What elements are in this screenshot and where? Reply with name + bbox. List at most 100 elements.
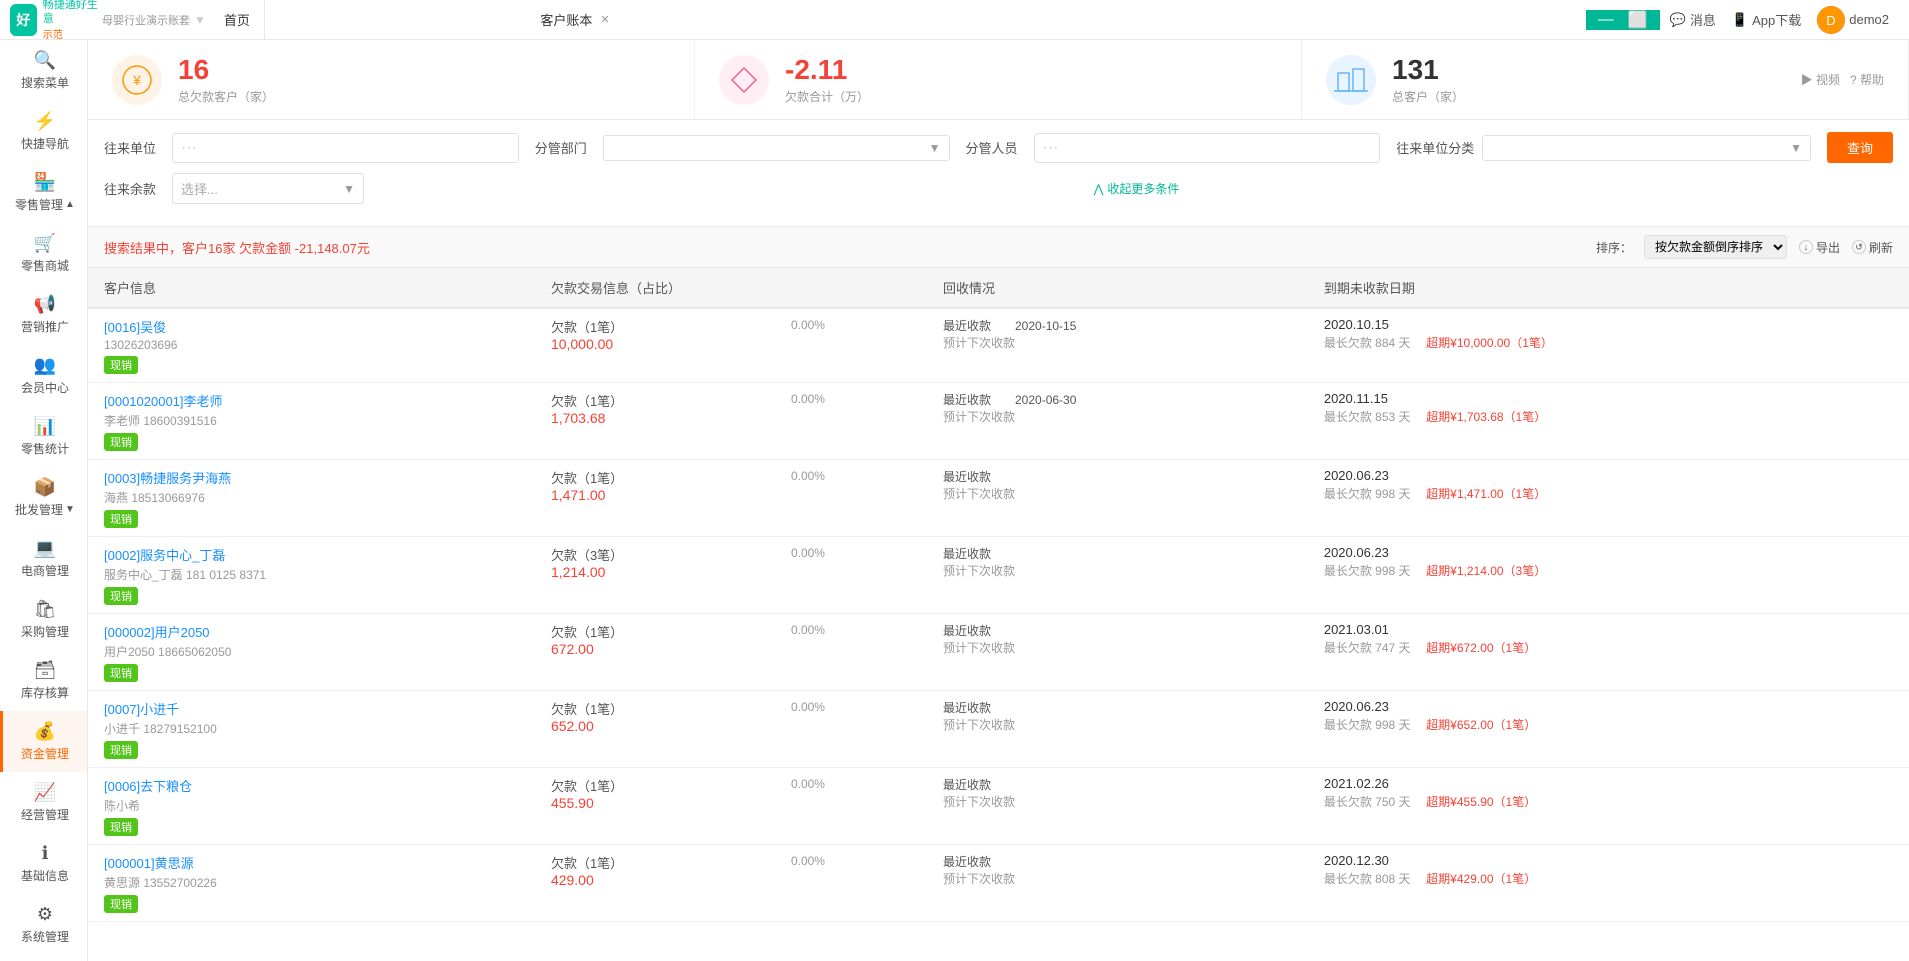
sidebar-item-finance[interactable]: 💰 资金管理: [0, 711, 87, 772]
sidebar-item-basic-info[interactable]: ℹ 基础信息: [0, 833, 87, 894]
due-date: 2020.06.23: [1324, 545, 1893, 560]
sidebar-item-search[interactable]: 🔍 搜索菜单: [0, 40, 87, 101]
filter-dots-icon: ···: [181, 139, 197, 157]
tab-purchase-order[interactable]: 采购订单统计表 ✕: [625, 0, 762, 39]
collection-cell: 最近收款 预计下次收款: [927, 460, 1308, 537]
customer-name[interactable]: [0002]服务中心_丁磊: [104, 545, 519, 564]
customer-name[interactable]: [0016]吴俊: [104, 317, 519, 336]
tab-close-icon[interactable]: ✕: [927, 13, 936, 26]
overdue-info: 最长欠款 750 天 超期¥455.90（1笔）: [1324, 793, 1893, 810]
customer-info-cell: [0003]畅捷服务尹海燕 海燕 18513066976 现销: [88, 460, 535, 537]
debt-amount[interactable]: 1,471.00: [551, 487, 759, 503]
customer-tag: 现销: [104, 356, 138, 374]
sidebar-item-retail-mgmt[interactable]: 🏪 零售管理▲: [0, 162, 87, 223]
overdue-link[interactable]: 超期¥672.00（1笔）: [1426, 641, 1536, 655]
tab-maximize-btn[interactable]: ⬜: [1624, 10, 1652, 30]
sidebar-item-retail-mall[interactable]: 🛒 零售商城: [0, 223, 87, 284]
tab-close-icon[interactable]: ✕: [352, 13, 361, 26]
customer-name[interactable]: [0001020001]李老师: [104, 391, 519, 410]
tab-minimize-btn[interactable]: —: [1594, 11, 1618, 29]
help-btn[interactable]: ? 帮助: [1850, 71, 1884, 88]
customer-info-cell: [000002]用户2050 用户2050 18665062050 现销: [88, 614, 535, 691]
debt-count: 欠款（1笔）: [551, 622, 759, 641]
sidebar-item-retail-stats[interactable]: 📊 零售统计: [0, 406, 87, 467]
main-layout: 🔍 搜索菜单 ⚡ 快捷导航 🏪 零售管理▲ 🛒 零售商城 📢 营销推广 👥: [0, 40, 1909, 961]
sidebar-item-collab[interactable]: 🤝 企业协同: [0, 955, 87, 961]
sidebar-item-system[interactable]: ⚙ 系统管理: [0, 894, 87, 955]
stat-icon-yuan: ¥: [112, 55, 162, 105]
overdue-link[interactable]: 超期¥455.90（1笔）: [1426, 795, 1536, 809]
tab-goods-stats[interactable]: 进货单统计表（按商品） ✕: [762, 0, 951, 39]
refresh-icon: ↺: [1852, 240, 1866, 254]
debt-info-cell: 欠款（1笔） 455.90: [535, 768, 775, 845]
collection-cell: 最近收款 预计下次收款: [927, 691, 1308, 768]
debt-ratio-cell: 0.00%: [775, 845, 927, 922]
recent-collect-label: 最近收款 2020-06-30: [943, 391, 1292, 408]
debt-amount[interactable]: 1,703.68: [551, 410, 759, 426]
stat-icon-diamond: [719, 55, 769, 105]
debt-amount[interactable]: 672.00: [551, 641, 759, 657]
message-btn[interactable]: 💬 消息: [1670, 10, 1716, 29]
debt-amount[interactable]: 1,214.00: [551, 564, 759, 580]
video-btn[interactable]: ▶ 视频: [1801, 71, 1840, 88]
tab-close-icon[interactable]: ✕: [738, 13, 747, 26]
sidebar-item-marketing[interactable]: 📢 营销推广: [0, 284, 87, 345]
tab-customer-account[interactable]: 客户账本 ✕: [526, 0, 624, 39]
overdue-link[interactable]: 超期¥1,471.00（1笔）: [1426, 487, 1546, 501]
overdue-link[interactable]: 超期¥429.00（1笔）: [1426, 872, 1536, 886]
svg-text:D: D: [1827, 13, 1836, 28]
tab-stock-history[interactable]: 产成品入库单历史 ✕: [376, 0, 526, 39]
filter-input-customer[interactable]: ···: [172, 133, 519, 163]
overdue-link[interactable]: 超期¥1,214.00（3笔）: [1426, 564, 1546, 578]
sidebar-item-operations[interactable]: 📈 经营管理: [0, 772, 87, 833]
debt-amount[interactable]: 455.90: [551, 795, 759, 811]
sidebar-item-purchase[interactable]: 🛍 采购管理: [0, 589, 87, 650]
tab-product-shelf[interactable]: 商品上下架 ✕: [265, 0, 376, 39]
export-button[interactable]: ↓ 导出: [1799, 239, 1840, 256]
overdue-info: 最长欠款 998 天 超期¥652.00（1笔）: [1324, 716, 1893, 733]
sidebar-item-member[interactable]: 👥 会员中心: [0, 345, 87, 406]
customer-name[interactable]: [000001]黄思源: [104, 853, 519, 872]
collapse-up-icon: ⋀: [1094, 182, 1104, 196]
customer-name[interactable]: [000002]用户2050: [104, 622, 519, 641]
overdue-link[interactable]: 超期¥652.00（1笔）: [1426, 718, 1536, 732]
filter-input-balance[interactable]: 选择... ▼: [172, 173, 364, 204]
sort-select[interactable]: 按欠款金额倒序排序: [1644, 235, 1787, 259]
due-date-cell: 2020.10.15 最长欠款 884 天 超期¥10,000.00（1笔）: [1308, 308, 1909, 383]
filter-label-dept: 分管部门: [535, 138, 595, 157]
logo-text: 畅捷通好生意: [43, 0, 98, 26]
sidebar-item-ecommerce[interactable]: 💻 电商管理: [0, 528, 87, 589]
overdue-info: 最长欠款 747 天 超期¥672.00（1笔）: [1324, 639, 1893, 656]
customer-name[interactable]: [0007]小进千: [104, 699, 519, 718]
filter-label-person: 分管人员: [966, 138, 1026, 157]
sidebar-item-inventory[interactable]: 🗃 库存核算: [0, 650, 87, 711]
th-due-date: 到期未收款日期: [1308, 268, 1909, 308]
debt-amount[interactable]: 10,000.00: [551, 336, 759, 352]
stat-label-debtors: 总欠款客户（家）: [178, 88, 274, 105]
download-btn[interactable]: 📱 App下载: [1732, 10, 1801, 29]
tab-close-icon[interactable]: ✕: [502, 13, 511, 26]
filter-input-category[interactable]: ▼: [1482, 135, 1811, 161]
customer-name[interactable]: [0006]去下粮仓: [104, 776, 519, 795]
customer-info-cell: [000001]黄思源 黄思源 13552700226 现销: [88, 845, 535, 922]
filter-input-person[interactable]: ···: [1034, 133, 1381, 163]
sidebar-item-quick-nav[interactable]: ⚡ 快捷导航: [0, 101, 87, 162]
collapse-button[interactable]: ⋀ 收起更多条件: [1094, 180, 1180, 197]
overdue-link[interactable]: 超期¥10,000.00（1笔）: [1426, 336, 1553, 350]
sidebar-item-wholesale[interactable]: 📦 批发管理▼: [0, 467, 87, 528]
refresh-button[interactable]: ↺ 刷新: [1852, 239, 1893, 256]
stat-info-total-customers: 131 总客户（家）: [1392, 54, 1464, 105]
tab-home[interactable]: 首页: [210, 0, 265, 39]
debt-ratio: 0.00%: [791, 623, 825, 637]
debt-amount[interactable]: 429.00: [551, 872, 759, 888]
debt-amount[interactable]: 652.00: [551, 718, 759, 734]
user-menu[interactable]: D demo2: [1817, 6, 1889, 34]
debt-ratio: 0.00%: [791, 854, 825, 868]
svg-text:¥: ¥: [132, 72, 141, 88]
query-button[interactable]: 查询: [1827, 132, 1893, 163]
overdue-link[interactable]: 超期¥1,703.68（1笔）: [1426, 410, 1546, 424]
table-row: [0003]畅捷服务尹海燕 海燕 18513066976 现销 欠款（1笔） 1…: [88, 460, 1909, 537]
customer-name[interactable]: [0003]畅捷服务尹海燕: [104, 468, 519, 487]
filter-input-dept[interactable]: ▼: [603, 135, 950, 161]
tab-close-icon[interactable]: ✕: [600, 13, 609, 26]
